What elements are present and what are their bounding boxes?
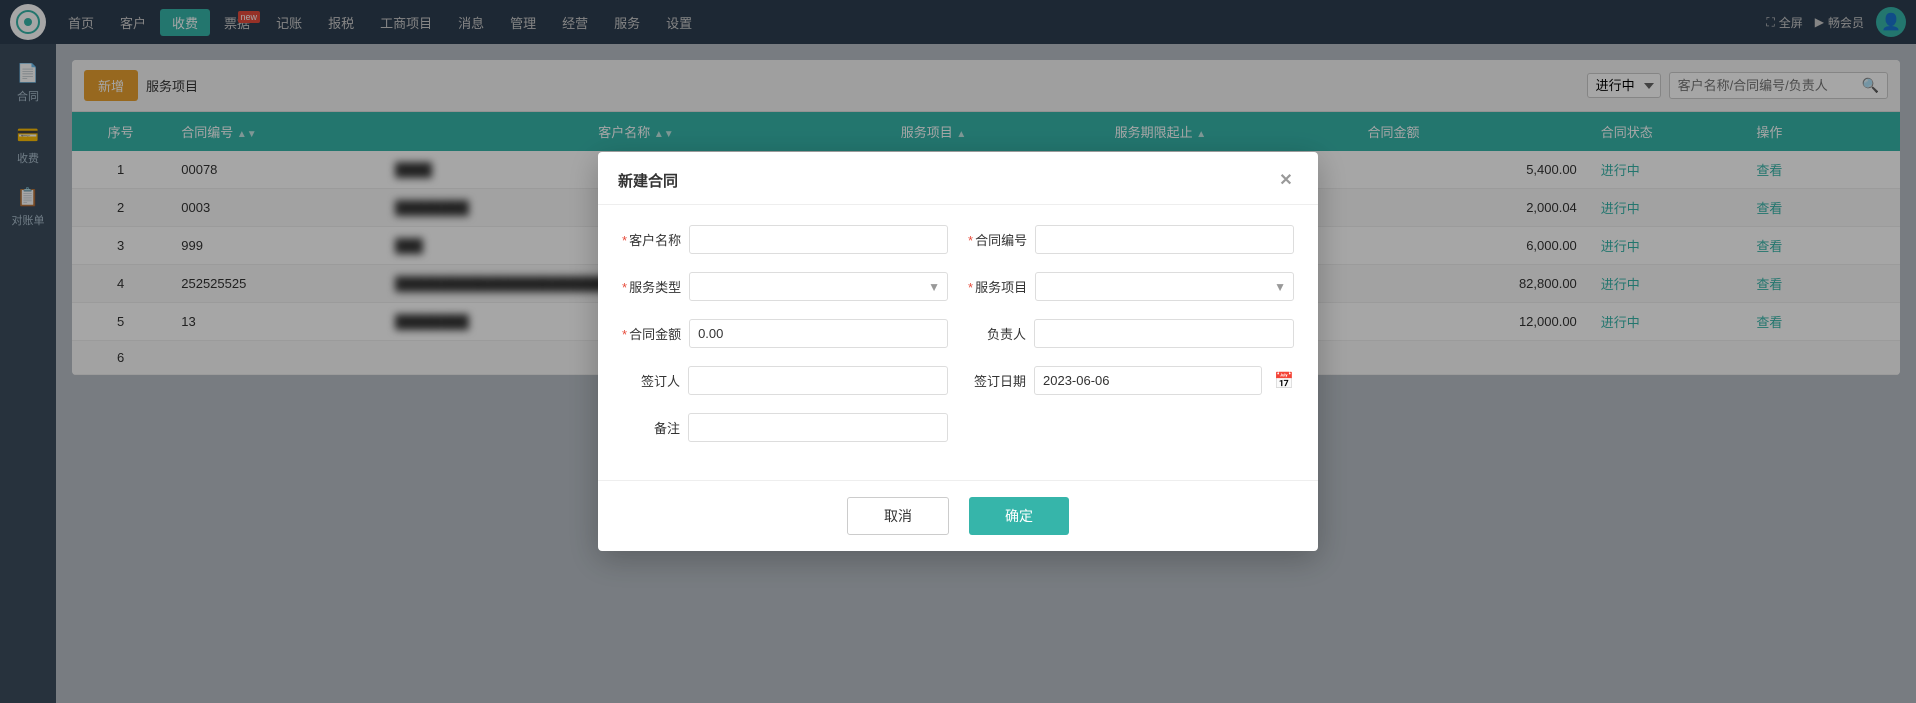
modal-body: *客户名称 *合同编号 [598, 205, 1318, 480]
sign-date-input[interactable] [1034, 366, 1262, 395]
main-layout: 📄 合同 💳 收费 📋 对账单 新增 服务项目 进行中 已完成 已终止 [0, 44, 1916, 703]
form-row-1: *客户名称 *合同编号 [622, 225, 1294, 254]
modal-footer: 取消 确定 [598, 480, 1318, 551]
customer-name-input[interactable] [689, 225, 948, 254]
service-item-field: *服务项目 ▼ [968, 272, 1294, 301]
service-type-label: *服务类型 [622, 277, 681, 296]
service-item-select-wrap: ▼ [1035, 272, 1294, 301]
modal-close-button[interactable]: ✕ [1274, 168, 1298, 192]
service-type-select-wrap: ▼ [689, 272, 948, 301]
service-item-select[interactable] [1035, 272, 1294, 301]
service-type-field: *服务类型 ▼ [622, 272, 948, 301]
modal-title: 新建合同 [618, 170, 678, 191]
cancel-button[interactable]: 取消 [847, 497, 949, 535]
notes-field: 备注 [622, 413, 948, 442]
contract-amount-label: *合同金额 [622, 324, 681, 343]
modal-header: 新建合同 ✕ [598, 152, 1318, 205]
signer-input[interactable] [688, 366, 948, 395]
confirm-button[interactable]: 确定 [969, 497, 1069, 535]
contract-no-input[interactable] [1035, 225, 1294, 254]
new-contract-modal: 新建合同 ✕ *客户名称 *合同编号 [598, 152, 1318, 551]
contract-no-label: *合同编号 [968, 230, 1027, 249]
customer-name-label: *客户名称 [622, 230, 681, 249]
signer-label: 签订人 [622, 371, 680, 390]
form-row-5: 备注 [622, 413, 1294, 442]
responsible-person-label: 负责人 [968, 324, 1026, 343]
sign-date-label: 签订日期 [968, 371, 1026, 390]
contract-amount-input[interactable] [689, 319, 948, 348]
contract-no-field: *合同编号 [968, 225, 1294, 254]
service-item-label: *服务项目 [968, 277, 1027, 296]
service-type-select[interactable] [689, 272, 948, 301]
responsible-person-field: 负责人 [968, 319, 1294, 348]
sign-date-field: 签订日期 📅 [968, 366, 1294, 395]
form-row-3: *合同金额 负责人 [622, 319, 1294, 348]
contract-amount-field: *合同金额 [622, 319, 948, 348]
customer-name-field: *客户名称 [622, 225, 948, 254]
notes-input[interactable] [688, 413, 948, 442]
content-area: 新增 服务项目 进行中 已完成 已终止 🔍 [56, 44, 1916, 703]
responsible-person-input[interactable] [1034, 319, 1294, 348]
notes-label: 备注 [622, 418, 680, 437]
modal-overlay[interactable]: 新建合同 ✕ *客户名称 *合同编号 [0, 0, 1916, 703]
form-row-4: 签订人 签订日期 📅 [622, 366, 1294, 395]
calendar-icon[interactable]: 📅 [1274, 371, 1294, 391]
signer-field: 签订人 [622, 366, 948, 395]
form-row-2: *服务类型 ▼ *服务项目 [622, 272, 1294, 301]
